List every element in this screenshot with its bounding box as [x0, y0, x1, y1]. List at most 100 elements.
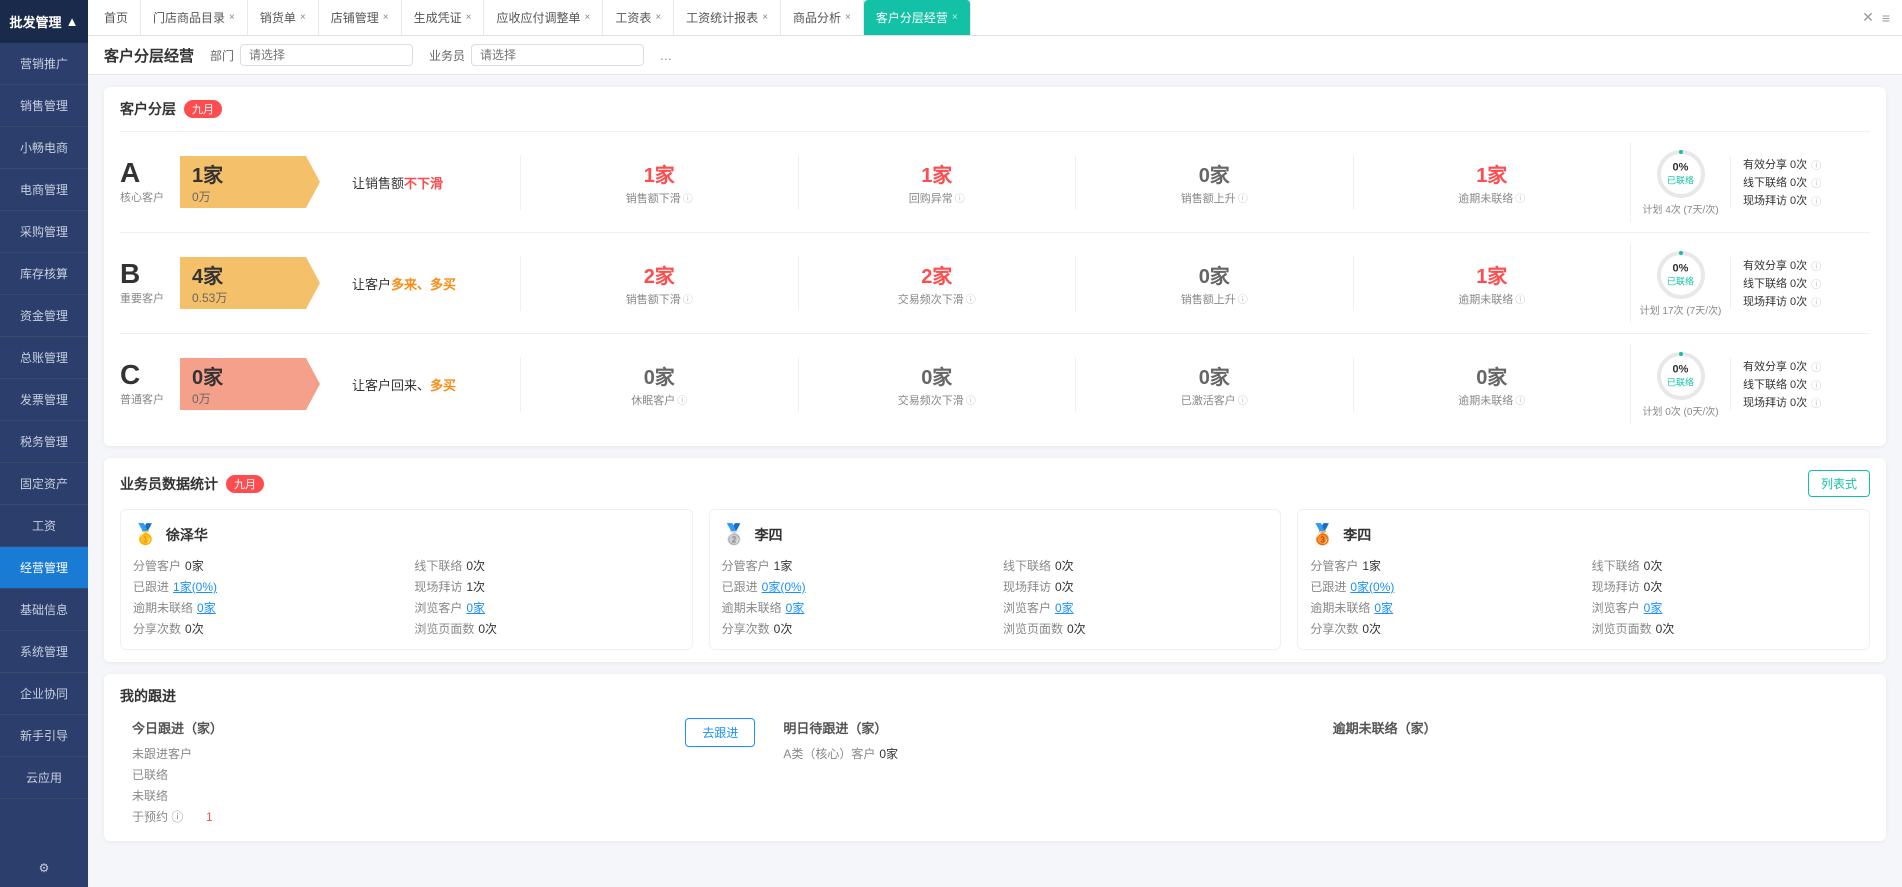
circle-container: 0% 已联络	[1653, 247, 1709, 303]
sidebar-item-collab[interactable]: 企业协同	[0, 673, 88, 715]
sidebar-item-basic[interactable]: 基础信息	[0, 589, 88, 631]
staff-stat-row: 逾期未联络0家	[722, 599, 987, 616]
sidebar-top[interactable]: 批发管理 ▲	[0, 0, 88, 43]
tier-suggestion-B: 让客户多来、多买	[340, 274, 520, 293]
info-icon[interactable]: ⓘ	[1811, 258, 1821, 273]
staff-stat-val[interactable]: 0家	[1644, 599, 1663, 616]
close-tab-payroll-report[interactable]: ×	[762, 12, 768, 23]
sidebar-item-assets[interactable]: 固定资产	[0, 463, 88, 505]
tab-payroll-sheet[interactable]: 工资表×	[603, 0, 674, 35]
info-icon[interactable]: ⓘ	[966, 291, 976, 306]
go-followup-button[interactable]: 去跟进	[685, 718, 755, 747]
stat-val: 线下联络 0次	[1743, 174, 1807, 190]
close-tab-sales-order[interactable]: ×	[300, 12, 306, 23]
staff-name: 李四	[755, 525, 783, 545]
staff-stat-label: 现场拜访	[414, 578, 462, 595]
tab-home[interactable]: 首页	[92, 0, 141, 35]
close-tab-customer-tier[interactable]: ×	[952, 12, 958, 23]
tab-store-products[interactable]: 门店商品目录×	[141, 0, 248, 35]
sidebar-item-guide[interactable]: 新手引导	[0, 715, 88, 757]
staff-stat-val[interactable]: 0家	[1055, 599, 1074, 616]
staff-medal: 🥉	[1310, 522, 1335, 547]
staff-stat-val[interactable]: 0家	[1374, 599, 1393, 616]
follow-row-val: 0家	[879, 745, 898, 762]
info-icon[interactable]: ⓘ	[1238, 190, 1248, 205]
staff-stat-val[interactable]: 1家(0%)	[173, 578, 217, 595]
stat-row: 有效分享 0次 ⓘ	[1743, 156, 1870, 172]
tab-voucher[interactable]: 生成凭证×	[402, 0, 485, 35]
metric-item: 0家 销售额上升 ⓘ	[1075, 256, 1353, 311]
close-tab-product-analysis[interactable]: ×	[845, 12, 851, 23]
metric-count: 1家	[1476, 260, 1507, 289]
metric-count: 1家	[921, 159, 952, 188]
tab-product-analysis[interactable]: 商品分析×	[781, 0, 864, 35]
sidebar-item-payroll[interactable]: 工资	[0, 505, 88, 547]
sidebar-item-ledger[interactable]: 总账管理	[0, 337, 88, 379]
staff-select[interactable]	[471, 44, 644, 66]
close-tab-payroll-sheet[interactable]: ×	[655, 12, 661, 23]
staff-stat-val[interactable]: 0家	[786, 599, 805, 616]
staff-stats-month: 九月	[226, 475, 264, 493]
sidebar-item-sales[interactable]: 销售管理	[0, 85, 88, 127]
info-icon[interactable]: ⓘ	[1811, 175, 1821, 190]
staff-stats-section: 业务员数据统计 九月 列表式 🥇 徐泽华 分管客户0家线下联络0次已跟进1家(0…	[104, 458, 1886, 662]
info-icon[interactable]: ⓘ	[1811, 157, 1821, 172]
info-icon[interactable]: ⓘ	[1811, 395, 1821, 410]
tier-metrics-B: 2家 销售额下滑 ⓘ 2家 交易频次下滑 ⓘ 0家 销售额上升 ⓘ 1家 逾期未…	[520, 243, 1870, 323]
sidebar-item-purchase[interactable]: 采购管理	[0, 211, 88, 253]
staff-stat-val[interactable]: 0家	[197, 599, 216, 616]
info-icon[interactable]: ⓘ	[1811, 377, 1821, 392]
tab-receivable[interactable]: 应收应付调整单×	[484, 0, 603, 35]
staff-name: 李四	[1343, 525, 1371, 545]
sidebar-item-cloud[interactable]: 云应用	[0, 757, 88, 799]
tab-payroll-report[interactable]: 工资统计报表×	[674, 0, 781, 35]
info-icon[interactable]: ⓘ	[1811, 294, 1821, 309]
info-icon[interactable]: ⓘ	[1515, 190, 1525, 205]
sidebar-item-tax[interactable]: 税务管理	[0, 421, 88, 463]
close-tab-voucher[interactable]: ×	[466, 12, 472, 23]
metric-item: 0家 已激活客户 ⓘ	[1075, 357, 1353, 412]
staff-stat-val[interactable]: 0家(0%)	[1350, 578, 1394, 595]
close-tab-receivable[interactable]: ×	[584, 12, 590, 23]
staff-stat-val[interactable]: 0家	[466, 599, 485, 616]
info-icon[interactable]: ⓘ	[1238, 291, 1248, 306]
sidebar-item-invoice[interactable]: 发票管理	[0, 379, 88, 421]
list-view-button[interactable]: 列表式	[1808, 470, 1870, 497]
info-icon[interactable]: ⓘ	[966, 392, 976, 407]
info-icon[interactable]: ⓘ	[1811, 276, 1821, 291]
sidebar-item-marketing[interactable]: 营销推广	[0, 43, 88, 85]
sidebar-item-operations[interactable]: 经营管理	[0, 547, 88, 589]
sidebar-item-ecommerce[interactable]: 电商管理	[0, 169, 88, 211]
info-icon[interactable]: ⓘ	[1515, 392, 1525, 407]
sidebar-item-finance[interactable]: 资金管理	[0, 295, 88, 337]
tab-store-mgmt[interactable]: 店铺管理×	[319, 0, 402, 35]
info-icon[interactable]: ⓘ	[955, 190, 965, 205]
info-icon[interactable]: ⓘ	[677, 392, 687, 407]
info-icon[interactable]: ⓘ	[1238, 392, 1248, 407]
close-tab-store-mgmt[interactable]: ×	[383, 12, 389, 23]
close-all-tabs-icon[interactable]: ✕	[1862, 9, 1874, 26]
sidebar-item-system[interactable]: 系统管理	[0, 631, 88, 673]
info-icon[interactable]: ⓘ	[683, 291, 693, 306]
metric-item: 2家 销售额下滑 ⓘ	[520, 256, 798, 311]
tab-menu-icon[interactable]: ≡	[1882, 10, 1890, 26]
staff-stat-row: 分管客户0家	[133, 557, 398, 574]
staff-stat-val: 0次	[1362, 620, 1381, 637]
circle-container: 0% 已联络	[1653, 146, 1709, 202]
info-icon[interactable]: ⓘ	[1811, 359, 1821, 374]
info-icon[interactable]: ⓘ	[683, 190, 693, 205]
tab-customer-tier[interactable]: 客户分层经营×	[864, 0, 971, 35]
dept-select[interactable]	[240, 44, 413, 66]
tab-sales-order[interactable]: 销货单×	[248, 0, 319, 35]
close-tab-store-products[interactable]: ×	[229, 12, 235, 23]
sidebar-item-ecommerce-small[interactable]: 小畅电商	[0, 127, 88, 169]
info-icon[interactable]: ⓘ	[1811, 193, 1821, 208]
info-icon[interactable]: ⓘ	[1515, 291, 1525, 306]
stat-row: 现场拜访 0次 ⓘ	[1743, 192, 1870, 208]
staff-stat-val[interactable]: 0家(0%)	[762, 578, 806, 595]
more-filters-icon[interactable]: ...	[660, 47, 672, 63]
metric-count: 2家	[921, 260, 952, 289]
sidebar-settings[interactable]: ⚙	[0, 849, 88, 887]
tier-bar-area-C: 0家 0万	[180, 358, 340, 410]
sidebar-item-inventory[interactable]: 库存核算	[0, 253, 88, 295]
